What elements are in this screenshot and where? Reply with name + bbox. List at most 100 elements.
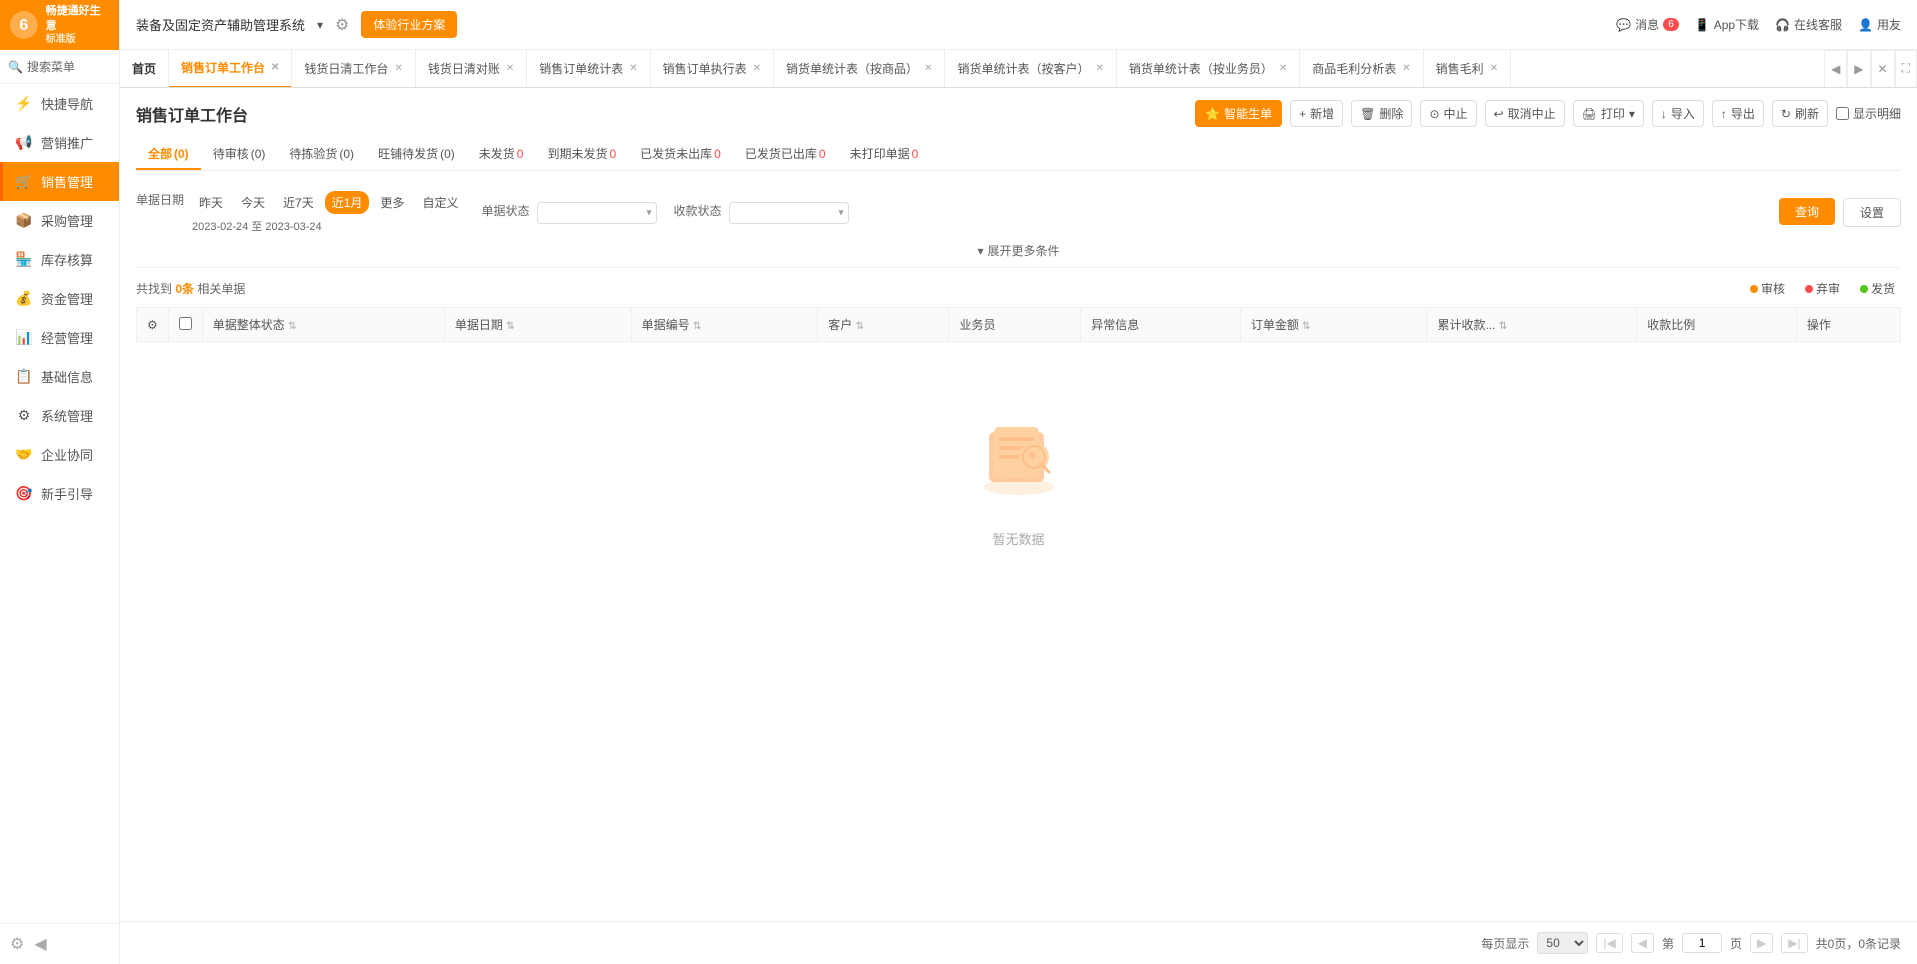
export-btn[interactable]: ↑ 导出 bbox=[1712, 100, 1764, 127]
tab-product-margin-close[interactable]: ✕ bbox=[1402, 63, 1410, 74]
tab-scroll-left[interactable]: ◀ bbox=[1824, 50, 1847, 88]
sidebar-item-sales[interactable]: 🛒 销售管理 bbox=[0, 162, 119, 201]
page-prev-btn[interactable]: ◀ bbox=[1631, 933, 1654, 953]
sub-tab-pending-review[interactable]: 待审核(0) bbox=[201, 139, 278, 170]
tab-close-all[interactable]: ✕ bbox=[1871, 50, 1895, 88]
cancel-audit-action-btn[interactable]: 弃审 bbox=[1799, 278, 1846, 299]
page-first-btn[interactable]: |◀ bbox=[1596, 933, 1622, 953]
tab-sales-stat-close[interactable]: ✕ bbox=[629, 63, 637, 74]
tab-sales-more[interactable]: 销售毛利 ✕ bbox=[1424, 50, 1511, 88]
tab-cash-daily-close[interactable]: ✕ bbox=[394, 63, 402, 74]
date-7days[interactable]: 近7天 bbox=[276, 191, 321, 214]
delete-btn[interactable]: 🗑 删除 bbox=[1351, 100, 1412, 127]
smart-generate-btn[interactable]: ⭐ 智能生单 bbox=[1195, 100, 1282, 127]
print-btn[interactable]: 🖨 打印 ▾ bbox=[1573, 100, 1644, 127]
page-input[interactable]: 1 bbox=[1682, 933, 1722, 953]
sub-tab-unshipped[interactable]: 未发货0 bbox=[467, 139, 536, 170]
select-all-checkbox[interactable] bbox=[179, 317, 192, 330]
sub-tab-expired[interactable]: 到期未发货0 bbox=[535, 139, 628, 170]
tab-sales-stat[interactable]: 销售订单统计表 ✕ bbox=[527, 50, 650, 88]
tab-sales-summary-staff-close[interactable]: ✕ bbox=[1279, 63, 1287, 74]
system-dropdown[interactable]: ▾ bbox=[317, 18, 323, 32]
sort-status-icon[interactable]: ⇅ bbox=[288, 321, 296, 332]
sidebar-item-guide[interactable]: 🎯 新手引导 bbox=[0, 474, 119, 513]
sort-number-icon[interactable]: ⇅ bbox=[693, 321, 701, 332]
th-settings[interactable]: ⚙ bbox=[137, 308, 169, 342]
cancel-stop-btn[interactable]: ↩ 取消中止 bbox=[1485, 100, 1565, 127]
date-more[interactable]: 更多 bbox=[373, 191, 411, 214]
settings-bottom-icon[interactable]: ⚙ bbox=[10, 934, 24, 954]
setting-btn[interactable]: 设置 bbox=[1843, 198, 1901, 227]
sub-tab-shipped-out[interactable]: 已发货已出库0 bbox=[733, 139, 838, 170]
tab-fullscreen[interactable]: ⛶ bbox=[1895, 50, 1917, 88]
tab-sales-summary-product-close[interactable]: ✕ bbox=[924, 63, 932, 74]
guide-icon: 🎯 bbox=[15, 485, 33, 503]
sub-tab-unprinted[interactable]: 未打印单据0 bbox=[838, 139, 931, 170]
sidebar-item-purchase[interactable]: 📦 采购管理 bbox=[0, 201, 119, 240]
tab-sales-workbench-close[interactable]: ✕ bbox=[271, 62, 279, 73]
tab-sales-summary-customer[interactable]: 销货单统计表（按客户） ✕ bbox=[945, 50, 1116, 88]
status-select[interactable] bbox=[537, 202, 657, 224]
ship-action-btn[interactable]: 发货 bbox=[1854, 278, 1901, 299]
import-btn[interactable]: ↓ 导入 bbox=[1652, 100, 1704, 127]
topbar-user[interactable]: 👤 用友 bbox=[1858, 16, 1901, 33]
add-btn[interactable]: + 新增 bbox=[1290, 100, 1343, 127]
tab-sales-more-close[interactable]: ✕ bbox=[1490, 63, 1498, 74]
stop-btn[interactable]: ⊙ 中止 bbox=[1420, 100, 1476, 127]
tab-sales-summary-staff[interactable]: 销货单统计表（按业务员） ✕ bbox=[1117, 50, 1300, 88]
show-detail-checkbox[interactable] bbox=[1836, 107, 1849, 120]
sidebar-item-quick-nav[interactable]: ⚡ 快捷导航 bbox=[0, 84, 119, 123]
th-checkbox[interactable] bbox=[168, 308, 202, 342]
topbar-app-download[interactable]: 📱 App下载 bbox=[1695, 16, 1759, 33]
tab-cash-reconcile-close[interactable]: ✕ bbox=[506, 63, 514, 74]
page-last-btn[interactable]: ▶| bbox=[1781, 933, 1807, 953]
tab-cash-daily[interactable]: 钱货日清工作台 ✕ bbox=[292, 50, 415, 88]
page-next-btn[interactable]: ▶ bbox=[1750, 933, 1773, 953]
tab-sales-exec-close[interactable]: ✕ bbox=[753, 63, 761, 74]
tab-cash-reconcile[interactable]: 钱货日清对账 ✕ bbox=[416, 50, 527, 88]
date-today[interactable]: 今天 bbox=[234, 191, 272, 214]
tab-sales-summary-product[interactable]: 销货单统计表（按商品） ✕ bbox=[774, 50, 945, 88]
sidebar-item-basic-info[interactable]: 📋 基础信息 bbox=[0, 357, 119, 396]
industry-btn[interactable]: 体验行业方案 bbox=[361, 11, 457, 38]
sidebar-search[interactable]: 🔍 搜索菜单 bbox=[0, 50, 119, 84]
sidebar-item-inventory[interactable]: 🏪 库存核算 bbox=[0, 240, 119, 279]
sub-tab-wangpu[interactable]: 旺铺待发货(0) bbox=[366, 139, 467, 170]
message-label: 消息 bbox=[1635, 16, 1659, 33]
sort-customer-icon[interactable]: ⇅ bbox=[856, 321, 864, 332]
tab-sales-summary-customer-close[interactable]: ✕ bbox=[1095, 63, 1103, 74]
sort-amount-icon[interactable]: ⇅ bbox=[1302, 321, 1310, 332]
tab-sales-workbench[interactable]: 销售订单工作台 ✕ bbox=[169, 50, 292, 88]
date-yesterday[interactable]: 昨天 bbox=[192, 191, 230, 214]
ship-dot bbox=[1860, 285, 1868, 293]
sidebar-item-enterprise[interactable]: 🤝 企业协同 bbox=[0, 435, 119, 474]
date-custom[interactable]: 自定义 bbox=[415, 191, 465, 214]
query-btn[interactable]: 查询 bbox=[1779, 198, 1835, 225]
topbar-message[interactable]: 💬 消息 6 bbox=[1616, 16, 1679, 33]
sort-collected-icon[interactable]: ⇅ bbox=[1499, 321, 1507, 332]
sub-tab-all[interactable]: 全部(0) bbox=[136, 139, 201, 170]
payment-select[interactable] bbox=[729, 202, 849, 224]
tab-home[interactable]: 首页 bbox=[120, 50, 169, 88]
sidebar-item-system[interactable]: ⚙ 系统管理 bbox=[0, 396, 119, 435]
topbar-online-service[interactable]: 🎧 在线客服 bbox=[1775, 16, 1842, 33]
sub-tab-shipped-not-out[interactable]: 已发货未出库0 bbox=[628, 139, 733, 170]
topbar-settings-icon[interactable]: ⚙ bbox=[335, 15, 349, 35]
audit-action-btn[interactable]: 审核 bbox=[1744, 278, 1791, 299]
per-page-select[interactable]: 50 100 bbox=[1537, 932, 1588, 954]
collapse-icon[interactable]: ◀ bbox=[34, 934, 46, 954]
tab-scroll-right[interactable]: ▶ bbox=[1847, 50, 1870, 88]
th-staff: 业务员 bbox=[949, 308, 1081, 342]
show-detail-label[interactable]: 显示明细 bbox=[1836, 105, 1901, 122]
expand-conditions-btn[interactable]: ▾ 展开更多条件 bbox=[977, 242, 1059, 259]
sub-tab-pending-inspect[interactable]: 待拣验货(0) bbox=[277, 139, 366, 170]
refresh-icon: ↻ bbox=[1781, 107, 1791, 121]
sidebar-item-operations[interactable]: 📊 经营管理 bbox=[0, 318, 119, 357]
sidebar-item-finance[interactable]: 💰 资金管理 bbox=[0, 279, 119, 318]
tab-product-margin[interactable]: 商品毛利分析表 ✕ bbox=[1300, 50, 1423, 88]
date-1month[interactable]: 近1月 bbox=[325, 191, 370, 214]
sidebar-item-marketing[interactable]: 📢 营销推广 bbox=[0, 123, 119, 162]
sort-date-icon[interactable]: ⇅ bbox=[506, 321, 514, 332]
refresh-btn[interactable]: ↻ 刷新 bbox=[1772, 100, 1828, 127]
tab-sales-exec[interactable]: 销售订单执行表 ✕ bbox=[651, 50, 774, 88]
